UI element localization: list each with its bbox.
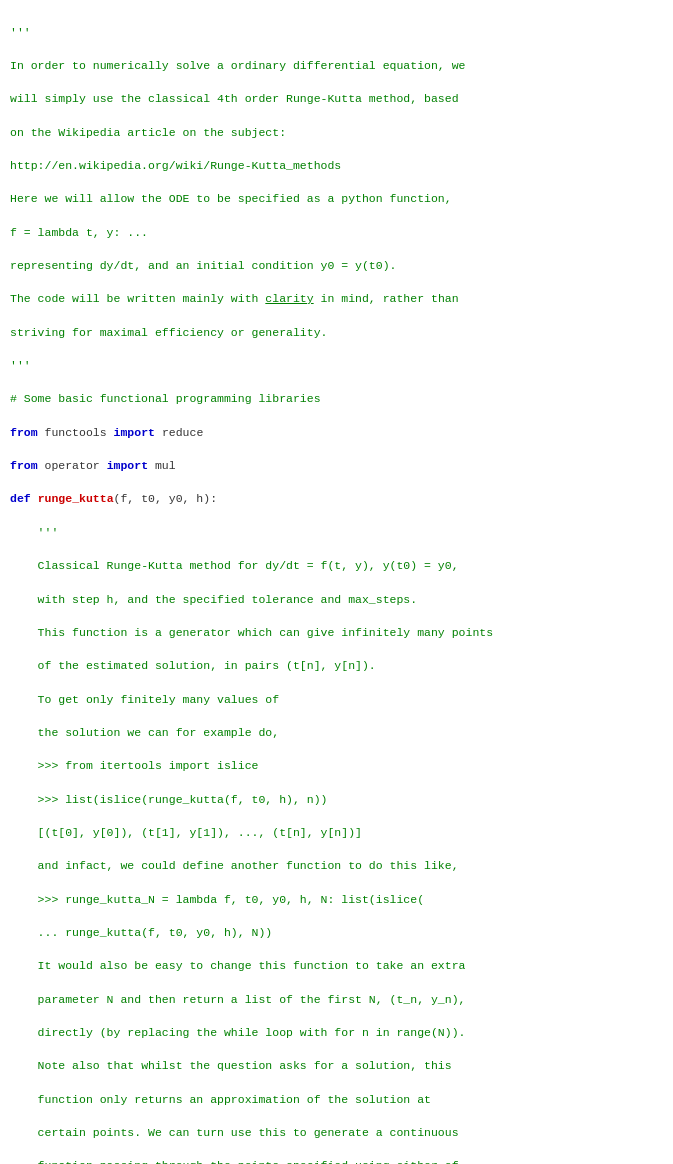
code-content: ''' In order to numerically solve a ordi… <box>0 0 673 1164</box>
